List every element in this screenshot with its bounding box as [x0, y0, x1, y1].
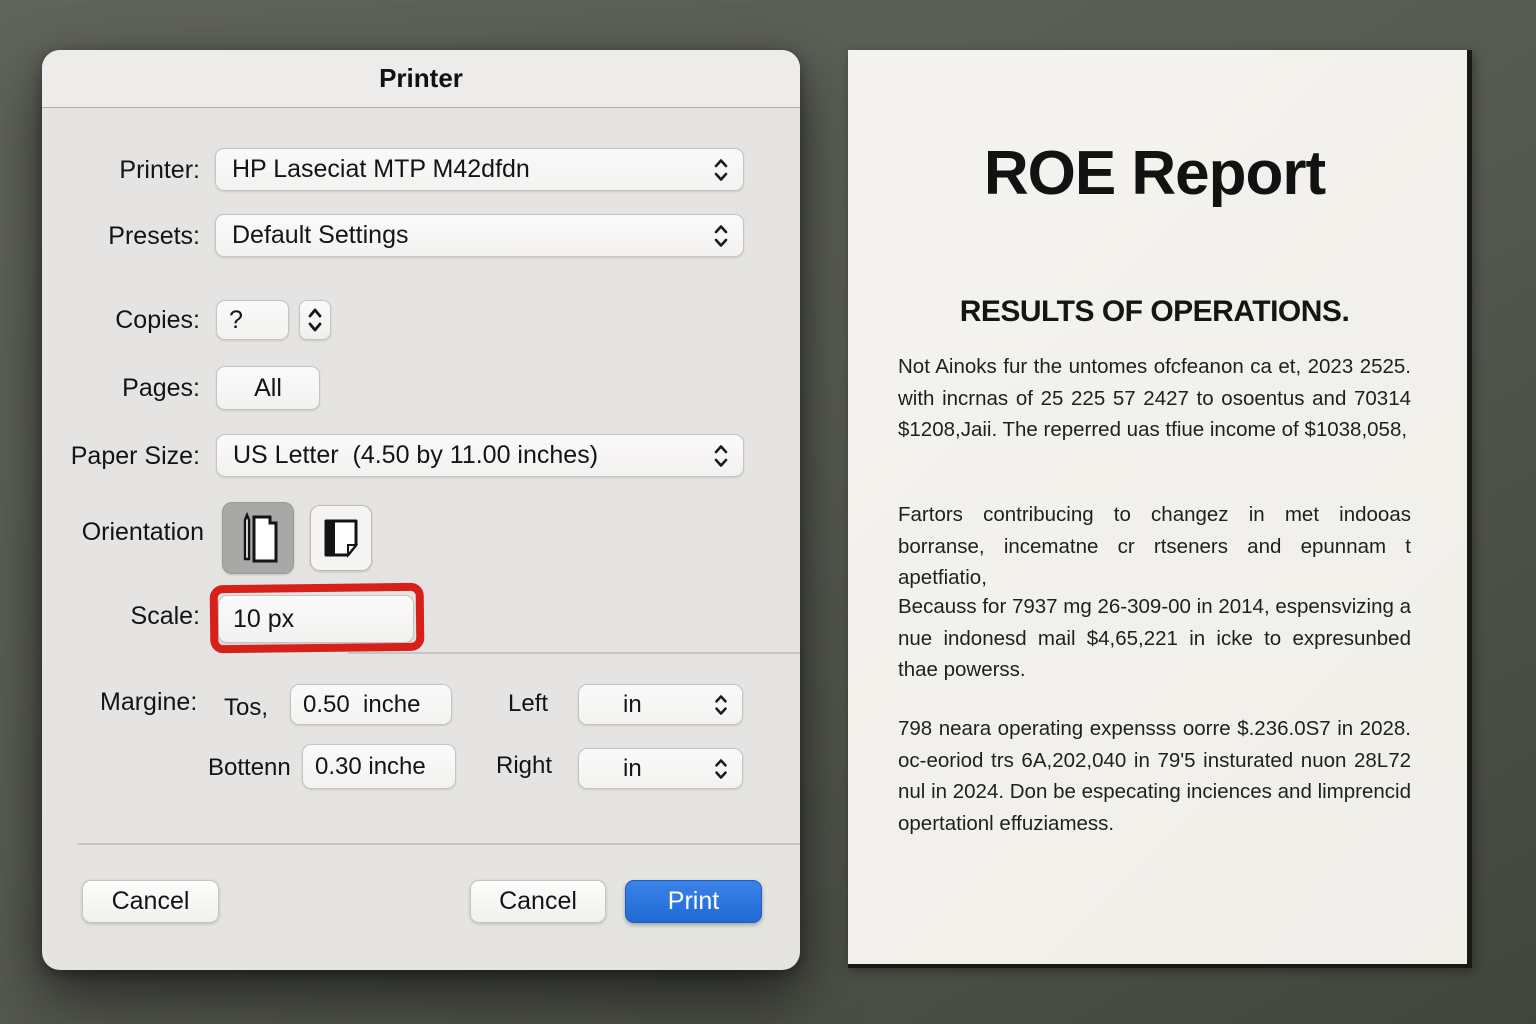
orientation-label: Orientation [81, 518, 204, 546]
margin-left-value: in [623, 690, 642, 718]
chevron-updown-icon [715, 694, 727, 715]
margin-right-value: in [623, 754, 642, 782]
pages-all-label: All [254, 373, 282, 402]
margin-left-select[interactable]: in [578, 684, 743, 725]
margin-bottom-label: Bottenn [208, 754, 291, 781]
dialog-title: Printer [379, 63, 463, 93]
margin-top-value: 0.50 inche [303, 690, 421, 718]
copies-input[interactable] [229, 305, 276, 335]
stepper-updown-icon [308, 308, 322, 332]
printer-select-value: HP Laseciat MTP M42dfdn [232, 155, 530, 183]
orientation-portrait-button[interactable] [222, 502, 294, 574]
presets-select-value: Default Settings [232, 221, 409, 249]
document-paragraph: 798 neara operating expensss oorre $.236… [898, 717, 1411, 835]
margin-right-label: Right [496, 752, 553, 779]
document-title: ROE Report [983, 139, 1326, 208]
copies-label: Copies: [115, 306, 200, 334]
print-dialog: Printer Printer: HP Laseciat MTP M42dfdn… [42, 50, 800, 970]
copies-stepper[interactable] [299, 300, 331, 340]
printer-select[interactable]: HP Laseciat MTP M42dfdn [215, 148, 744, 191]
pages-label: Pages: [122, 374, 200, 402]
orientation-landscape-button[interactable] [310, 505, 372, 571]
paper-size-select-value: US Letter (4.50 by 11.00 inches) [233, 441, 599, 469]
cancel-button-right[interactable]: Cancel [470, 880, 606, 923]
landscape-page-icon [324, 519, 359, 558]
separator [78, 843, 800, 845]
margin-top-label: Tos, [224, 694, 269, 721]
paper-size-select[interactable]: US Letter (4.50 by 11.00 inches) [216, 434, 744, 477]
margin-left-label: Left [508, 690, 549, 717]
scale-label: Scale: [130, 602, 200, 630]
margin-bottom-field[interactable]: 0.30 inche [302, 744, 456, 789]
print-button[interactable]: Print [625, 880, 762, 923]
document-paragraph: Not Ainoks fur the untomes ofcfeanon ca … [898, 355, 1411, 441]
document-preview-page: ROE Report RESULTS OF OPERATIONS. Not Ai… [848, 50, 1472, 968]
chevron-updown-icon [715, 758, 727, 779]
cancel-button-left[interactable]: Cancel [82, 880, 219, 923]
cancel-button-left-label: Cancel [111, 887, 190, 915]
cancel-button-right-label: Cancel [499, 887, 577, 915]
document-paragraph: Becauss for 7937 mg 26-309-00 in 2014, e… [898, 595, 1411, 681]
margin-top-field[interactable]: 0.50 inche [290, 684, 452, 725]
separator [348, 652, 800, 654]
paper-size-label: Paper Size: [70, 442, 200, 470]
scale-input[interactable] [233, 604, 399, 634]
document-subtitle: RESULTS OF OPERATIONS. [959, 295, 1350, 328]
chevron-updown-icon [714, 444, 728, 467]
scale-field[interactable] [218, 595, 414, 643]
document-paragraph: Fartors contribucing to changez in met i… [898, 503, 1411, 589]
presets-label: Presets: [108, 222, 200, 250]
margins-label: Margine: [100, 688, 198, 716]
margin-right-select[interactable]: in [578, 748, 743, 789]
margin-bottom-value: 0.30 inche [315, 752, 426, 780]
printer-label: Printer: [119, 156, 200, 184]
pages-all-button[interactable]: All [216, 366, 320, 410]
copies-field[interactable] [216, 300, 289, 340]
dialog-titlebar: Printer [42, 50, 800, 108]
chevron-updown-icon [714, 158, 728, 181]
print-button-label: Print [667, 887, 720, 915]
portrait-page-icon [243, 511, 278, 563]
chevron-updown-icon [714, 224, 728, 247]
presets-select[interactable]: Default Settings [215, 214, 744, 257]
